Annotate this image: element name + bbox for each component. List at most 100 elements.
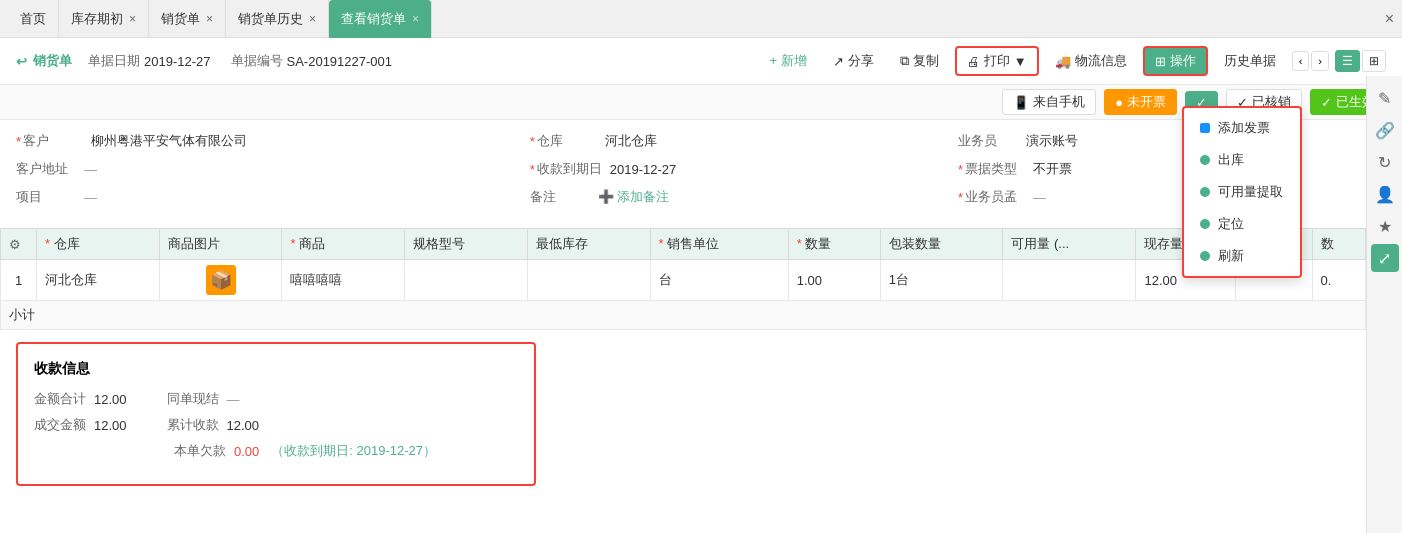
not-open-button[interactable]: ● 未开票	[1104, 89, 1177, 115]
tab-sales-order-close[interactable]: ×	[206, 12, 213, 26]
due-date-value: 2019-12-27	[610, 162, 677, 177]
doc-date-value: 2019-12-27	[144, 54, 211, 69]
from-phone-button[interactable]: 📱 来自手机	[1002, 89, 1096, 115]
info-deal-amount-value: 12.00	[94, 418, 127, 433]
dropdown-outbound[interactable]: 出库	[1184, 144, 1300, 176]
salesperson-value: 演示账号	[1026, 132, 1078, 150]
info-amount-total-label: 金额合计	[34, 390, 86, 408]
form-row-1: * 客户 柳州粤港平安气体有限公司 * 仓库 河北仓库 业务员 演示账号	[16, 132, 1386, 150]
td-pkg-qty-value: 1台	[889, 272, 909, 287]
table-header-row: ⚙ * 仓库 商品图片 * 商品	[1, 229, 1366, 260]
customer-addr-value: —	[84, 162, 97, 177]
td-spec	[405, 260, 528, 301]
td-warehouse-value: 河北仓库	[45, 272, 97, 287]
operate-button[interactable]: ⊞ 操作	[1143, 46, 1208, 76]
data-table-container: ⚙ * 仓库 商品图片 * 商品	[0, 228, 1366, 330]
salesperson2-field: * 业务员孟 —	[958, 188, 1386, 206]
th-spec: 规格型号	[405, 229, 528, 260]
locate-label: 定位	[1218, 215, 1244, 233]
ticket-type-field: * 票据类型 不开票	[958, 160, 1386, 178]
project-label: 项目	[16, 188, 76, 206]
td-min-stock	[527, 260, 650, 301]
print-button[interactable]: 🖨 打印 ▼	[955, 46, 1039, 76]
tab-bar: 首页 库存期初 × 销货单 × 销货单历史 × 查看销货单 × ×	[0, 0, 1402, 38]
dropdown-add-invoice[interactable]: 添加发票	[1184, 112, 1300, 144]
doc-type-label: 销货单	[33, 52, 72, 70]
info-amount-total: 金额合计 12.00	[34, 390, 127, 408]
nav-arrows: ‹ ›	[1292, 51, 1329, 71]
note-label: 备注	[530, 188, 590, 206]
info-same-settle: 同单现结 —	[167, 390, 240, 408]
td-product: 嘻嘻嘻嘻	[282, 260, 405, 301]
tab-sales-history[interactable]: 销货单历史 ×	[226, 0, 329, 38]
td-available	[1003, 260, 1136, 301]
info-row-1: 金额合计 12.00 同单现结 —	[34, 390, 518, 408]
sidebar-expand-icon[interactable]: ⤢	[1371, 244, 1399, 272]
td-row-no: 1	[1, 260, 37, 301]
sidebar-edit-icon[interactable]: ✎	[1371, 84, 1399, 112]
info-this-order-due-value: 0.00	[234, 444, 259, 459]
info-same-settle-value: —	[227, 392, 240, 407]
dropdown-available-qty[interactable]: 可用量提取	[1184, 176, 1300, 208]
td-current-stock-value: 12.00	[1144, 273, 1177, 288]
th-current-stock-label: 现存量	[1144, 236, 1183, 251]
td-subtotal: 小计	[1, 301, 1366, 330]
customer-label: 客户	[23, 132, 83, 150]
ticket-type-required: *	[958, 162, 963, 177]
add-note-button[interactable]: ➕ 添加备注	[598, 188, 670, 206]
td-sales-unit: 台	[650, 260, 788, 301]
td-pkg-qty: 1台	[880, 260, 1003, 301]
salesperson2-label: 业务员孟	[965, 188, 1025, 206]
info-deal-amount-label: 成交金额	[34, 416, 86, 434]
salesperson2-value: —	[1033, 190, 1046, 205]
tab-inventory-close[interactable]: ×	[129, 12, 136, 26]
copy-button-label: 复制	[913, 52, 939, 70]
tab-sales-history-close[interactable]: ×	[309, 12, 316, 26]
main-area: ↩ 销货单 单据日期 2019-12-27 单据编号 SA-20191227-0…	[0, 38, 1402, 533]
outbound-icon	[1200, 155, 1210, 165]
tab-sales-history-label: 销货单历史	[238, 10, 303, 28]
th-amount: 数	[1312, 229, 1365, 260]
doc-title: ↩ 销货单	[16, 52, 72, 70]
dropdown-locate[interactable]: 定位	[1184, 208, 1300, 240]
doc-type-icon: ↩	[16, 54, 27, 69]
tab-view-sales-close[interactable]: ×	[412, 12, 419, 26]
copy-button[interactable]: ⧉ 复制	[890, 48, 949, 74]
share-button[interactable]: ↗ 分享	[823, 48, 884, 74]
td-product-img: 📦	[159, 260, 282, 301]
due-date-required: *	[530, 162, 535, 177]
tab-sales-order[interactable]: 销货单 ×	[149, 0, 226, 38]
logistics-button[interactable]: 🚚 物流信息	[1045, 48, 1137, 74]
tab-view-sales[interactable]: 查看销货单 ×	[329, 0, 432, 38]
warehouse-label: 仓库	[537, 132, 597, 150]
sidebar-refresh-icon[interactable]: ↻	[1371, 148, 1399, 176]
new-button[interactable]: + 新增	[760, 48, 817, 74]
grid-view-button[interactable]: ⊞	[1362, 50, 1386, 72]
list-view-button[interactable]: ☰	[1335, 50, 1360, 72]
info-total-collected-label: 累计收款	[167, 416, 219, 434]
tab-home[interactable]: 首页	[8, 0, 59, 38]
customer-addr-label: 客户地址	[16, 160, 76, 178]
table-subtotal-row: 小计	[1, 301, 1366, 330]
sidebar-user-icon[interactable]: 👤	[1371, 180, 1399, 208]
settings-icon[interactable]: ⚙	[9, 237, 21, 252]
info-due-suffix: （收款到期日: 2019-12-27）	[271, 442, 436, 460]
th-pkg-qty-label: 包装数量	[889, 236, 941, 251]
share-button-label: 分享	[848, 52, 874, 70]
doc-number-value: SA-20191227-001	[287, 54, 393, 69]
bottom-info-title: 收款信息	[34, 360, 518, 378]
next-button[interactable]: ›	[1311, 51, 1329, 71]
close-all-button[interactable]: ×	[1385, 10, 1394, 28]
sidebar-link-icon[interactable]: 🔗	[1371, 116, 1399, 144]
info-total-collected: 累计收款 12.00	[167, 416, 260, 434]
doc-meta: 单据日期 2019-12-27 单据编号 SA-20191227-001	[88, 52, 392, 70]
dropdown-refresh[interactable]: 刷新	[1184, 240, 1300, 272]
from-phone-label: 来自手机	[1033, 93, 1085, 111]
prev-button[interactable]: ‹	[1292, 51, 1310, 71]
tab-inventory[interactable]: 库存期初 ×	[59, 0, 149, 38]
history-button[interactable]: 历史单据	[1214, 48, 1286, 74]
salesperson2-required: *	[958, 190, 963, 205]
sidebar-star-icon[interactable]: ★	[1371, 212, 1399, 240]
print-button-label: 打印	[984, 52, 1010, 70]
operate-button-label: 操作	[1170, 52, 1196, 70]
